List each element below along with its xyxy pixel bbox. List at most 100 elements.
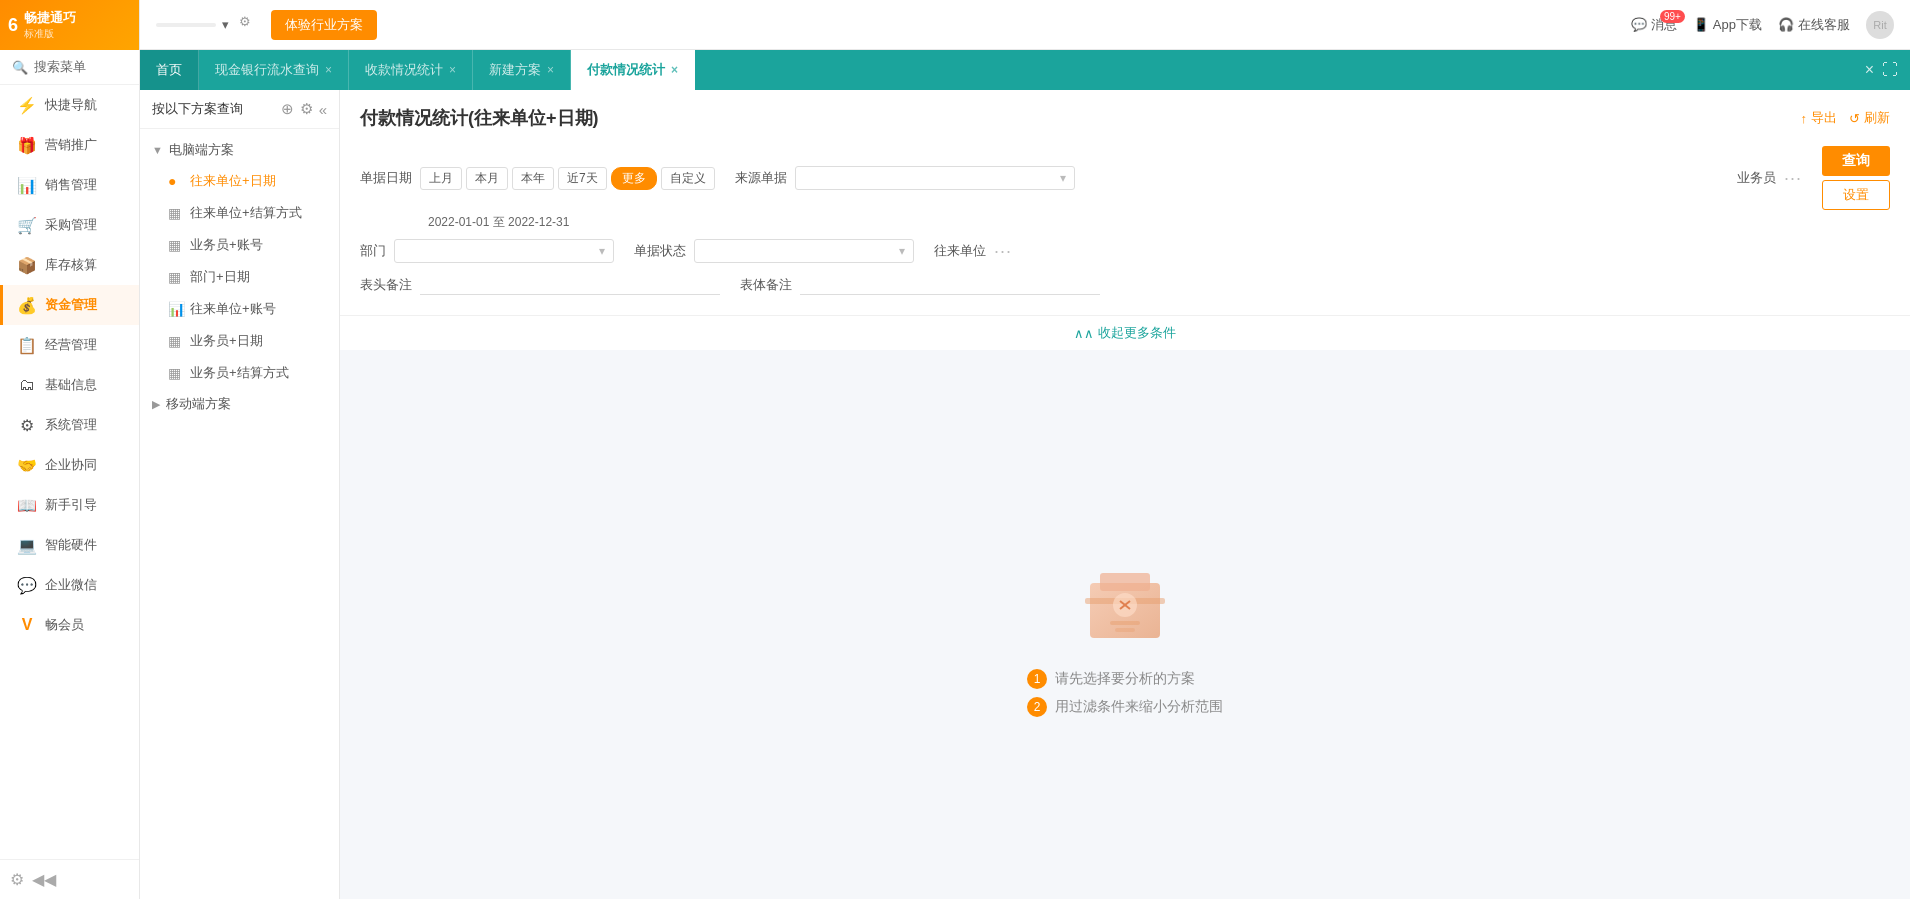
group-expand-arrow-icon: ▼ xyxy=(152,144,163,156)
this-year-btn[interactable]: 本年 xyxy=(512,167,554,190)
collapse-conditions-btn[interactable]: ∧∧ 收起更多条件 xyxy=(1074,324,1176,342)
scheme-item-dept-date[interactable]: ▦ 部门+日期 xyxy=(140,261,339,293)
sidebar-item-wechat[interactable]: 💬 企业微信 xyxy=(0,565,139,605)
user-avatar[interactable]: Rit xyxy=(1866,11,1894,39)
sidebar-item-enterprise[interactable]: 🤝 企业协同 xyxy=(0,445,139,485)
scheme-collapse-icon[interactable]: « xyxy=(319,101,327,118)
sidebar-item-inventory[interactable]: 📦 库存核算 xyxy=(0,245,139,285)
scheme-item-unit-settlement[interactable]: ▦ 往来单位+结算方式 xyxy=(140,197,339,229)
sidebar-item-system[interactable]: ⚙ 系统管理 xyxy=(0,405,139,445)
search-icon: 🔍 xyxy=(12,60,28,75)
scheme-item-staff-date-icon: ▦ xyxy=(168,333,184,349)
sidebar-item-basic-info[interactable]: 🗂 基础信息 xyxy=(0,365,139,405)
scheme-item-unit-account-icon: 📊 xyxy=(168,301,184,317)
counterpart-input-dots[interactable]: ··· xyxy=(994,241,1012,262)
tab-spacer xyxy=(695,50,1853,90)
footer-settings-icon[interactable]: ⚙ xyxy=(10,870,24,889)
inventory-label: 库存核算 xyxy=(45,256,97,274)
vip-icon: V xyxy=(17,615,37,635)
doc-status-select[interactable]: ▾ xyxy=(694,239,914,263)
scheme-item-unit-account[interactable]: 📊 往来单位+账号 xyxy=(140,293,339,325)
tab-home[interactable]: 首页 xyxy=(140,50,199,90)
empty-tip-1: 1 请先选择要分析的方案 xyxy=(1027,669,1223,689)
vip-label: 畅会员 xyxy=(45,616,84,634)
scheme-add-icon[interactable]: ⊕ xyxy=(281,100,294,118)
account-selector[interactable]: ▾ xyxy=(156,17,229,32)
tab-collection-stats-close[interactable]: × xyxy=(449,63,456,77)
refresh-btn[interactable]: ↺ 刷新 xyxy=(1849,109,1890,127)
header-note-field: 表头备注 xyxy=(360,275,720,295)
tab-payment-stats[interactable]: 付款情况统计 × xyxy=(571,50,695,90)
sidebar-item-quick-nav[interactable]: ⚡ 快捷导航 xyxy=(0,85,139,125)
last-7-days-btn[interactable]: 近7天 xyxy=(558,167,607,190)
main-content: ▾ ⚙ 体验行业方案 💬 消息 99+ 📱 App下载 🎧 在线客服 Rit xyxy=(140,0,1910,899)
dept-select[interactable]: ▾ xyxy=(394,239,614,263)
filter-row-2: 部门 ▾ 单据状态 ▾ 往来单位 xyxy=(360,239,1890,263)
more-btn[interactable]: 更多 xyxy=(611,167,657,190)
scheme-item-staff-settlement[interactable]: ▦ 业务员+结算方式 xyxy=(140,357,339,389)
message-btn[interactable]: 💬 消息 99+ xyxy=(1631,16,1677,34)
tab-bank-flow-close[interactable]: × xyxy=(325,63,332,77)
system-icon: ⚙ xyxy=(17,415,37,435)
scheme-group-desktop-header[interactable]: ▼ 电脑端方案 xyxy=(140,135,339,165)
search-menu[interactable]: 🔍 搜索菜单 xyxy=(0,50,139,85)
topbar-right: 💬 消息 99+ 📱 App下载 🎧 在线客服 Rit xyxy=(1631,11,1894,39)
export-label: 导出 xyxy=(1811,109,1837,127)
basic-info-label: 基础信息 xyxy=(45,376,97,394)
sidebar-nav: ⚡ 快捷导航 🎁 营销推广 📊 销售管理 🛒 采购管理 📦 库存核算 💰 资金管… xyxy=(0,85,139,859)
body-note-input[interactable] xyxy=(800,275,1100,295)
purchase-icon: 🛒 xyxy=(17,215,37,235)
search-menu-label: 搜索菜单 xyxy=(34,58,86,76)
dept-arrow-icon: ▾ xyxy=(599,244,605,258)
scheme-item-staff-account[interactable]: ▦ 业务员+账号 xyxy=(140,229,339,261)
last-month-btn[interactable]: 上月 xyxy=(420,167,462,190)
this-month-btn[interactable]: 本月 xyxy=(466,167,508,190)
sidebar-item-onboarding[interactable]: 📖 新手引导 xyxy=(0,485,139,525)
source-doc-select[interactable]: ▾ xyxy=(795,166,1075,190)
scheme-panel-body: ▼ 电脑端方案 ● 往来单位+日期 ▦ 往来单位+结算方式 ▦ 业务员+账号 xyxy=(140,129,339,899)
header-note-input[interactable] xyxy=(420,275,720,295)
tab-collection-stats[interactable]: 收款情况统计 × xyxy=(349,50,473,90)
custom-btn[interactable]: 自定义 xyxy=(661,167,715,190)
sidebar-item-vip[interactable]: V 畅会员 xyxy=(0,605,139,645)
tab-bank-flow[interactable]: 现金银行流水查询 × xyxy=(199,50,349,90)
staff-input-dots[interactable]: ··· xyxy=(1784,168,1802,189)
body-note-label: 表体备注 xyxy=(740,276,792,294)
scheme-item-staff-date[interactable]: ▦ 业务员+日期 xyxy=(140,325,339,357)
scheme-item-unit-date[interactable]: ● 往来单位+日期 xyxy=(140,165,339,197)
trial-btn[interactable]: 体验行业方案 xyxy=(271,10,377,40)
enterprise-icon: 🤝 xyxy=(17,455,37,475)
empty-illustration xyxy=(1065,533,1185,653)
tab-maximize-icon[interactable]: ⛶ xyxy=(1882,61,1898,79)
tab-new-scheme-label: 新建方案 xyxy=(489,61,541,79)
source-doc-label: 来源单据 xyxy=(735,169,787,187)
settings-btn[interactable]: 设置 xyxy=(1822,180,1890,210)
scheme-item-staff-settlement-icon: ▦ xyxy=(168,365,184,381)
sidebar-item-finance[interactable]: 💰 资金管理 xyxy=(0,285,139,325)
export-btn[interactable]: ↑ 导出 xyxy=(1801,109,1838,127)
online-service-btn[interactable]: 🎧 在线客服 xyxy=(1778,16,1850,34)
sidebar-item-operations[interactable]: 📋 经营管理 xyxy=(0,325,139,365)
footer-collapse-icon[interactable]: ◀◀ xyxy=(32,870,56,889)
filter-results-area: 付款情况统计(往来单位+日期) ↑ 导出 ↺ 刷新 xyxy=(340,90,1910,899)
tab-close-all-icon[interactable]: × xyxy=(1865,61,1874,79)
sidebar-item-purchase[interactable]: 🛒 采购管理 xyxy=(0,205,139,245)
quick-nav-icon: ⚡ xyxy=(17,95,37,115)
filter-row-3: 表头备注 表体备注 xyxy=(360,275,1890,295)
sidebar-item-sales[interactable]: 📊 销售管理 xyxy=(0,165,139,205)
query-btn[interactable]: 查询 xyxy=(1822,146,1890,176)
tab-new-scheme[interactable]: 新建方案 × xyxy=(473,50,571,90)
scheme-item-unit-settlement-label: 往来单位+结算方式 xyxy=(190,204,302,222)
settings-gear-icon[interactable]: ⚙ xyxy=(239,14,261,36)
message-icon: 💬 xyxy=(1631,17,1647,32)
sidebar-item-marketing[interactable]: 🎁 营销推广 xyxy=(0,125,139,165)
scheme-settings-icon[interactable]: ⚙ xyxy=(300,100,313,118)
app-download-btn[interactable]: 📱 App下载 xyxy=(1693,16,1762,34)
scheme-group-mobile-header[interactable]: ▶ 移动端方案 xyxy=(140,389,339,419)
tab-payment-stats-close[interactable]: × xyxy=(671,63,678,77)
sidebar-item-hardware[interactable]: 💻 智能硬件 xyxy=(0,525,139,565)
staff-field: 业务员 ··· xyxy=(1737,168,1802,189)
scheme-panel-title: 按以下方案查询 xyxy=(152,100,243,118)
tab-new-scheme-close[interactable]: × xyxy=(547,63,554,77)
operations-label: 经营管理 xyxy=(45,336,97,354)
